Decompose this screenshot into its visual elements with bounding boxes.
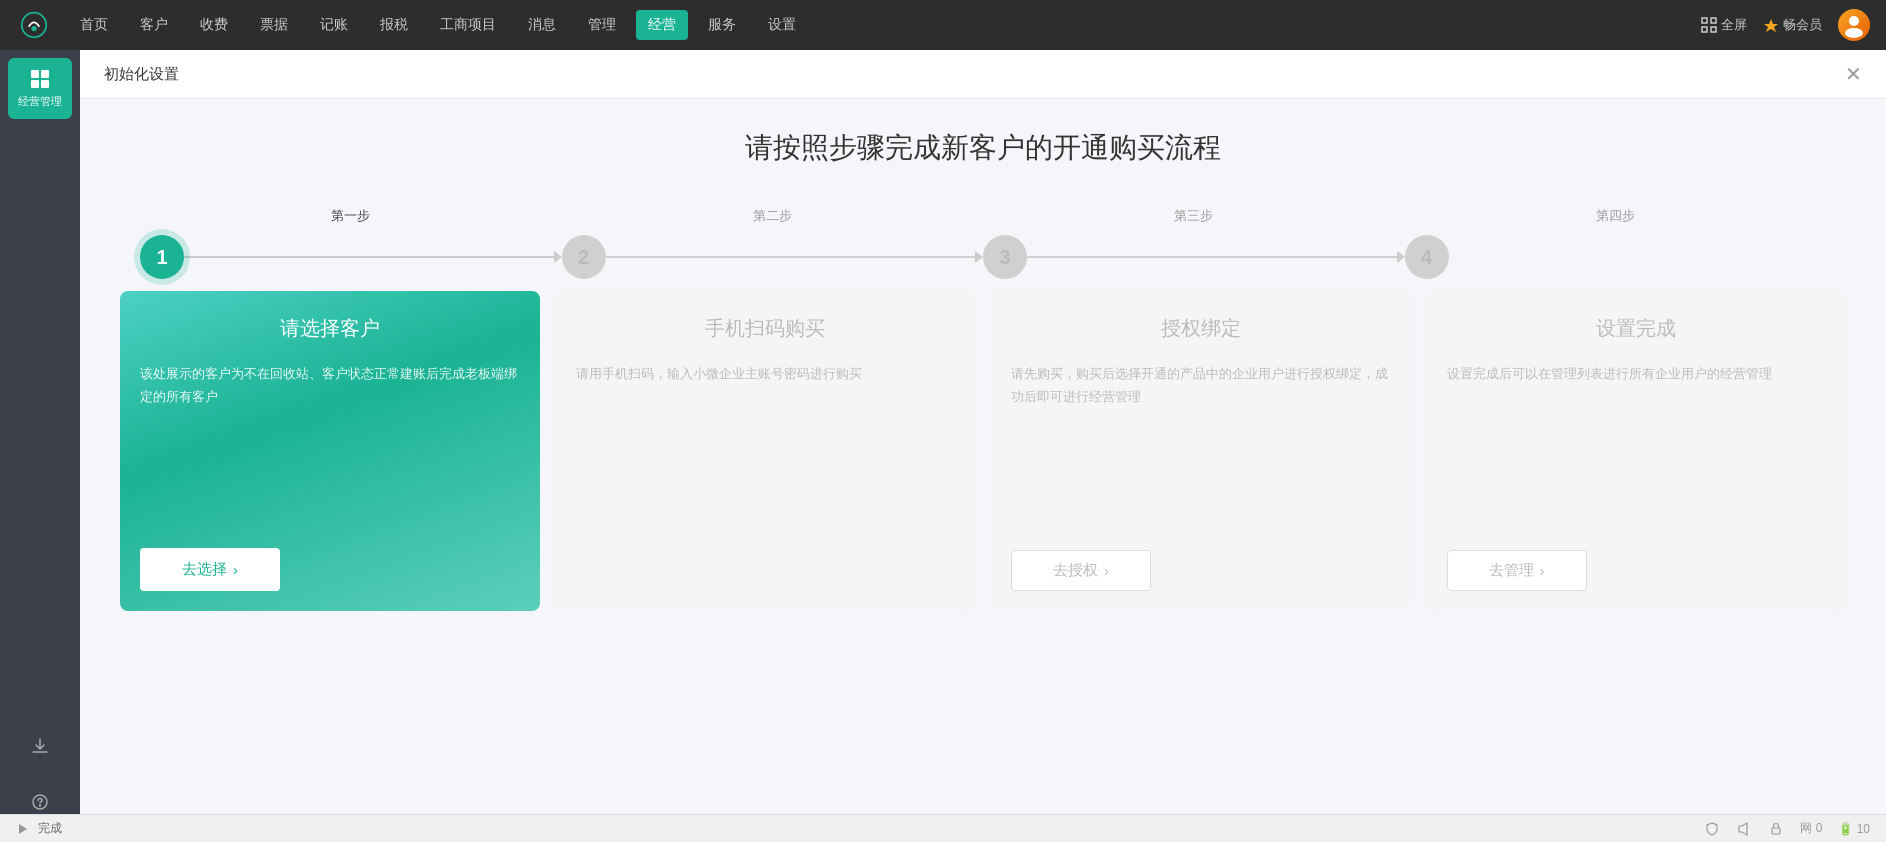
nav-settings[interactable]: 设置 [756,10,808,40]
sidebar: 经营管理 [0,50,80,842]
step-3-line [1027,256,1397,258]
card-4-btn-label: 去管理 [1489,561,1534,580]
steps-row: 第一步 1 第二步 2 第三步 3 [120,207,1846,279]
card-step-4: 设置完成 设置完成后可以在管理列表进行所有企业用户的经营管理 去管理 › [1427,291,1847,611]
step-4-header: 第四步 4 [1405,207,1827,279]
card-1-title: 请选择客户 [140,315,520,342]
lock-icon [1768,821,1784,837]
step-4-label: 第四步 [1596,207,1635,225]
step-3-header: 第三步 3 [983,207,1405,279]
card-3-btn-label: 去授权 [1053,561,1098,580]
step-2-arrow [975,251,983,263]
card-4-btn[interactable]: 去管理 › [1447,550,1587,591]
cards-container: 请选择客户 该处展示的客户为不在回收站、客户状态正常建账后完成老板端绑定的所有客… [120,291,1846,611]
nav-bookkeeping[interactable]: 记账 [308,10,360,40]
card-2-title: 手机扫码购买 [576,315,956,342]
member-btn[interactable]: 畅会员 [1763,16,1822,34]
step-2-circle: 2 [562,235,606,279]
status-label: 完成 [38,820,62,837]
card-4-title: 设置完成 [1447,315,1827,342]
nav-invoice[interactable]: 票据 [248,10,300,40]
svg-rect-2 [1702,18,1707,23]
step-2-line [606,256,976,258]
step-1-circle: 1 [140,235,184,279]
svg-rect-10 [41,70,49,78]
step-2-header: 第二步 2 [562,207,984,279]
nav-tax[interactable]: 报税 [368,10,420,40]
step-1-line [184,256,554,258]
nav-items: 首页 客户 收费 票据 记账 报税 工商项目 消息 管理 经营 服务 设置 [68,10,1701,40]
sidebar-download[interactable] [16,722,64,770]
svg-rect-12 [41,80,49,88]
card-4-desc: 设置完成后可以在管理列表进行所有企业用户的经营管理 [1447,362,1827,480]
step-3-circle: 3 [983,235,1027,279]
nav-fee[interactable]: 收费 [188,10,240,40]
step-4-circle: 4 [1405,235,1449,279]
svg-rect-3 [1711,18,1716,23]
status-right: 网 0 🔋 10 [1704,820,1870,837]
card-3-btn-arrow: › [1104,562,1109,579]
svg-marker-6 [1764,19,1778,32]
volume-icon [1736,821,1752,837]
nav-operations[interactable]: 经营 [636,10,688,40]
svg-rect-15 [1772,828,1780,834]
member-label: 畅会员 [1783,16,1822,34]
svg-point-8 [1845,28,1863,38]
main-content: 初始化设置 ✕ 请按照步骤完成新客户的开通购买流程 第一步 1 第二步 2 [80,50,1886,842]
card-3-desc: 请先购买，购买后选择开通的产品中的企业用户进行授权绑定，成功后即可进行经营管理 [1011,362,1391,480]
sidebar-bottom [16,722,64,826]
card-4-btn-arrow: › [1540,562,1545,579]
sidebar-item-operations-label: 经营管理 [18,94,62,109]
card-step-1: 请选择客户 该处展示的客户为不在回收站、客户状态正常建账后完成老板端绑定的所有客… [120,291,540,611]
step-3-arrow [1397,251,1405,263]
card-1-desc: 该处展示的客户为不在回收站、客户状态正常建账后完成老板端绑定的所有客户 [140,362,520,478]
svg-point-0 [22,13,47,38]
nav-service[interactable]: 服务 [696,10,748,40]
status-left: 完成 [16,820,62,837]
step-1-label: 第一步 [331,207,370,225]
close-button[interactable]: ✕ [1845,64,1862,84]
shield-icon [1704,821,1720,837]
svg-rect-9 [31,70,39,78]
card-3-title: 授权绑定 [1011,315,1391,342]
nav-home[interactable]: 首页 [68,10,120,40]
nav-customer[interactable]: 客户 [128,10,180,40]
nav-manage[interactable]: 管理 [576,10,628,40]
card-step-3: 授权绑定 请先购买，购买后选择开通的产品中的企业用户进行授权绑定，成功后即可进行… [991,291,1411,611]
svg-point-1 [31,26,36,31]
step-2-label: 第二步 [753,207,792,225]
card-1-btn-arrow: › [233,561,238,578]
content-body: 请按照步骤完成新客户的开通购买流程 第一步 1 第二步 2 [80,99,1886,641]
page-main-title: 请按照步骤完成新客户的开通购买流程 [120,129,1846,167]
page-header: 初始化设置 ✕ [80,50,1886,99]
wifi-status: 网 0 [1800,820,1822,837]
battery-status: 🔋 10 [1838,822,1870,836]
status-bar: 完成 网 0 🔋 10 [0,814,1886,842]
svg-rect-4 [1702,27,1707,32]
play-icon [16,822,30,836]
card-3-btn[interactable]: 去授权 › [1011,550,1151,591]
card-1-btn[interactable]: 去选择 › [140,548,280,591]
step-1-arrow [554,251,562,263]
nav-message[interactable]: 消息 [516,10,568,40]
svg-rect-5 [1711,27,1716,32]
svg-rect-11 [31,80,39,88]
nav-right: 全屏 畅会员 [1701,9,1870,41]
svg-point-7 [1849,16,1859,26]
card-step-2: 手机扫码购买 请用手机扫码，输入小微企业主账号密码进行购买 [556,291,976,611]
svg-marker-14 [19,824,27,834]
card-1-btn-label: 去选择 [182,560,227,579]
sidebar-item-operations[interactable]: 经营管理 [8,58,72,119]
page-header-title: 初始化设置 [104,65,179,84]
fullscreen-label: 全屏 [1721,16,1747,34]
user-avatar[interactable] [1838,9,1870,41]
card-2-desc: 请用手机扫码，输入小微企业主账号密码进行购买 [576,362,956,591]
nav-business[interactable]: 工商项目 [428,10,508,40]
top-nav: 首页 客户 收费 票据 记账 报税 工商项目 消息 管理 经营 服务 设置 全屏… [0,0,1886,50]
nav-logo [16,7,52,43]
step-1-header: 第一步 1 [140,207,562,279]
fullscreen-btn[interactable]: 全屏 [1701,16,1747,34]
step-3-label: 第三步 [1174,207,1213,225]
